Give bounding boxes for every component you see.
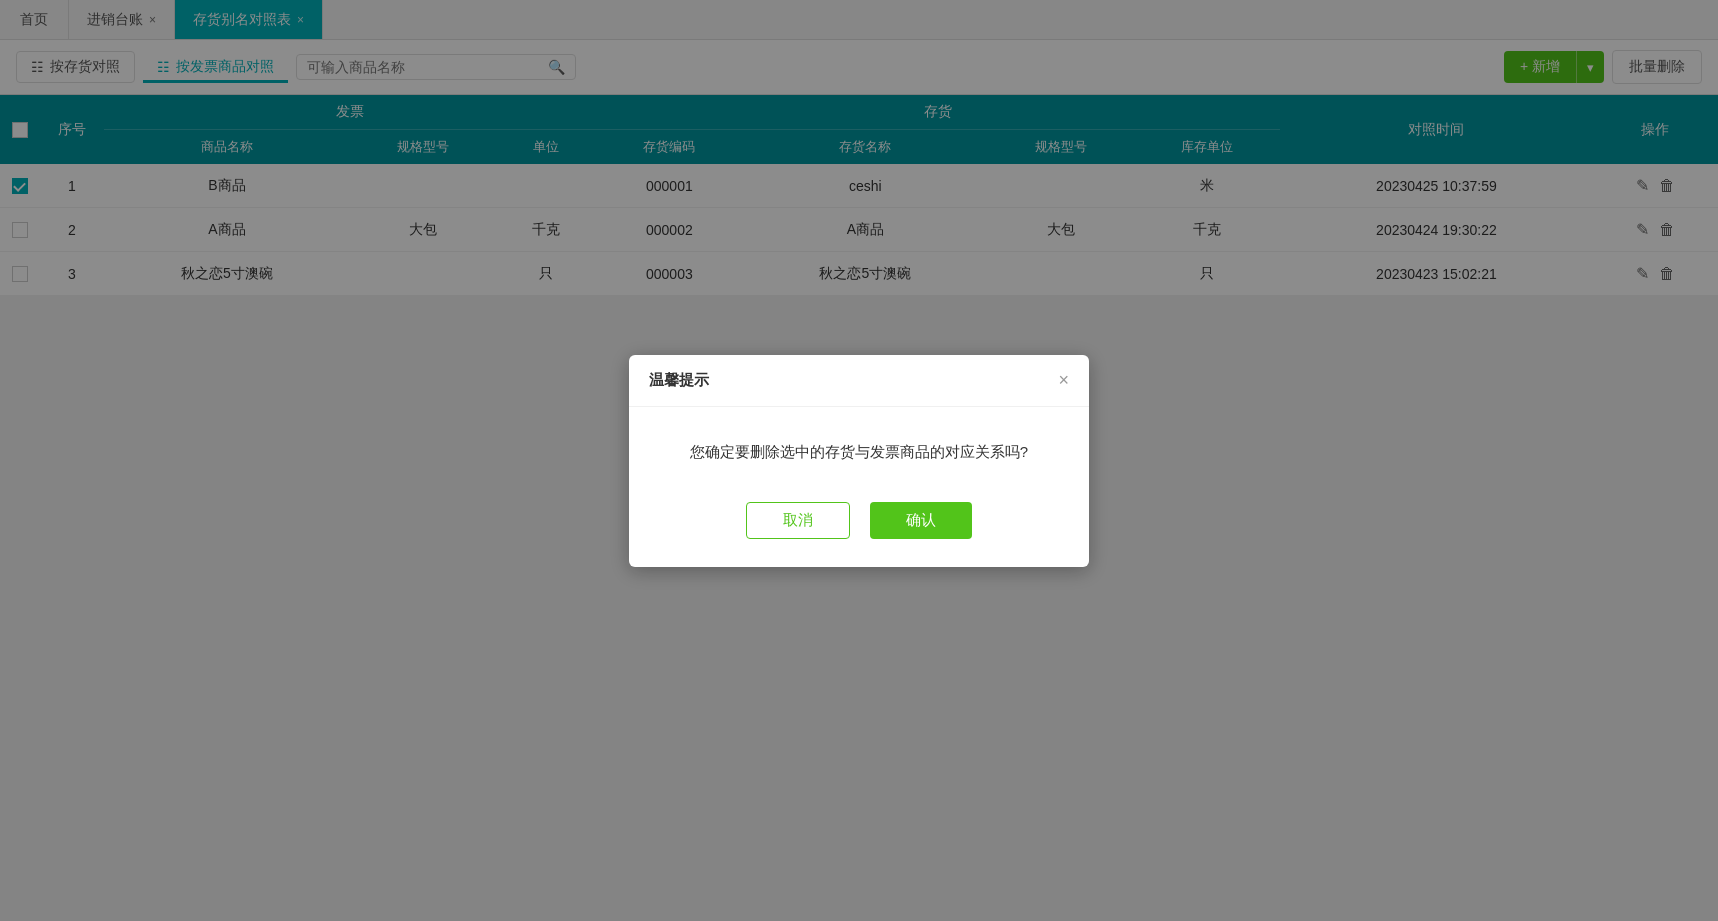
overlay[interactable]: 温馨提示 × 您确定要删除选中的存货与发票商品的对应关系吗? 取消 确认 <box>0 0 1718 296</box>
